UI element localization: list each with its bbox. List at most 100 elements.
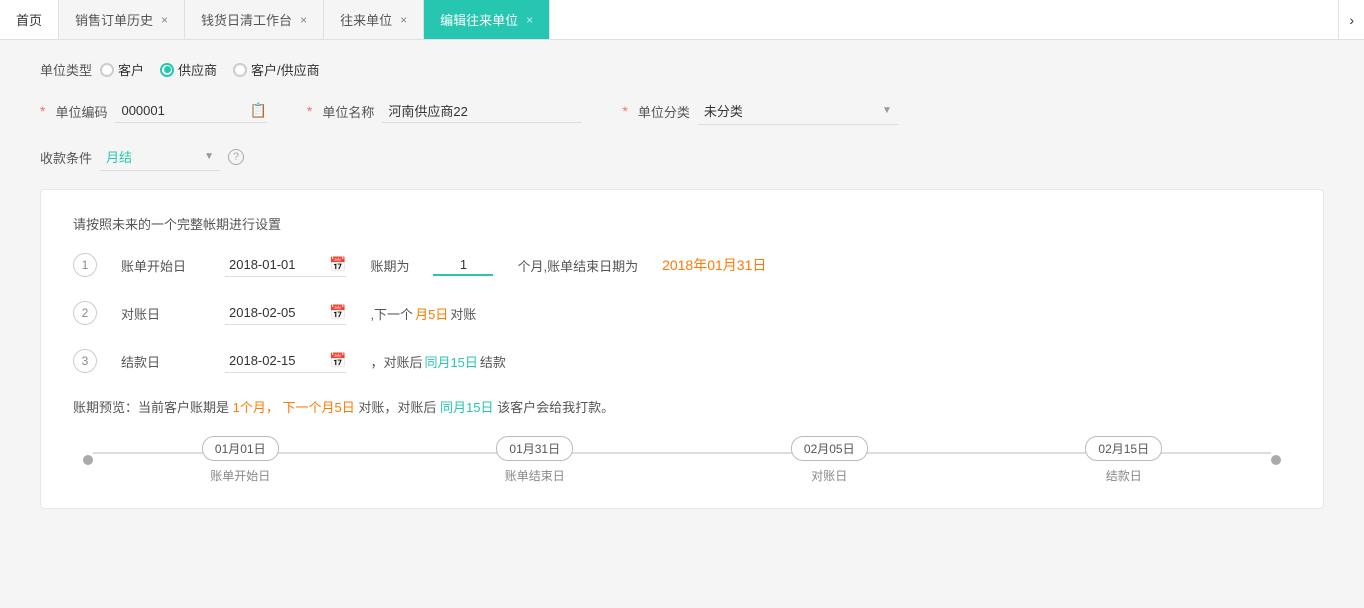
unit-category-dropdown[interactable]: 未分类 ▼ (698, 97, 898, 125)
step-1-calendar-icon[interactable]: 📅 (329, 256, 346, 273)
step-2-date-input[interactable] (225, 301, 325, 324)
unit-code-calendar-icon[interactable]: 📋 (249, 102, 266, 119)
radio-group: 客户 供应商 客户/供应商 (100, 60, 320, 79)
radio-both[interactable]: 客户/供应商 (233, 60, 320, 79)
unit-code-label: 单位编码 (55, 102, 107, 121)
unit-code-star: * (40, 103, 45, 119)
tab-edit-partner[interactable]: 编辑往来单位 × (424, 0, 550, 39)
timeline: 01月01日 账单开始日 01月31日 账单结束日 02月05日 对账日 (73, 436, 1291, 484)
step-2-label: 对账日 (121, 304, 201, 323)
tab-partner-label: 往来单位 (340, 10, 392, 29)
unit-name-field: * 单位名称 (307, 99, 582, 123)
tab-arrow[interactable]: › (1338, 0, 1364, 39)
unit-category-value: 未分类 (704, 101, 876, 120)
timeline-item-4: 02月15日 结款日 (1085, 436, 1162, 484)
payment-terms-label: 收款条件 (40, 148, 92, 167)
step-3-date-input[interactable] (225, 349, 325, 372)
tab-sales-close[interactable]: × (161, 13, 168, 27)
card-title: 请按照未来的一个完整帐期进行设置 (73, 214, 1291, 233)
step-2-highlight: 月5日 (415, 304, 448, 323)
unit-category-chevron: ▼ (882, 105, 892, 116)
tab-partner[interactable]: 往来单位 × (324, 0, 424, 39)
step-3-calendar-icon[interactable]: 📅 (329, 352, 346, 369)
step-3-desc: ，对账后 同月15日 结款 (370, 352, 506, 371)
timeline-date-2: 01月31日 (496, 436, 573, 461)
step-3-row: 3 结款日 📅 ，对账后 同月15日 结款 (73, 349, 1291, 373)
tab-edit-partner-close[interactable]: × (526, 13, 533, 27)
radio-customer-circle (100, 63, 114, 77)
timeline-label-4: 结款日 (1106, 467, 1142, 484)
step-2-date: 📅 (225, 301, 346, 325)
timeline-right-end (1271, 455, 1281, 465)
radio-supplier-circle (160, 63, 174, 77)
timeline-date-1: 01月01日 (202, 436, 279, 461)
timeline-date-3: 02月05日 (791, 436, 868, 461)
radio-customer[interactable]: 客户 (100, 60, 144, 79)
step-2-num: 2 (73, 301, 97, 325)
arrow-icon: › (1349, 12, 1354, 28)
unit-type-field: 单位类型 客户 供应商 客户/供应商 (40, 60, 320, 79)
preview-part1: 1个月， (233, 400, 279, 415)
tab-home[interactable]: 首页 (0, 0, 59, 39)
page-content: 单位类型 客户 供应商 客户/供应商 * 单位编码 (0, 40, 1364, 608)
unit-code-field: * 单位编码 📋 (40, 99, 267, 123)
timeline-item-1: 01月01日 账单开始日 (202, 436, 279, 484)
timeline-label-1: 账单开始日 (210, 467, 270, 484)
preview-label: 账期预览：当前客户账期是 (73, 400, 229, 415)
timeline-item-2: 01月31日 账单结束日 (496, 436, 573, 484)
radio-supplier-label: 供应商 (178, 60, 217, 79)
payment-terms-field: 收款条件 月结 ▼ ? (40, 143, 244, 171)
step-2-row: 2 对账日 📅 ,下一个月5日对账 (73, 301, 1291, 325)
tab-home-label: 首页 (16, 10, 42, 29)
payment-terms-help[interactable]: ? (228, 149, 244, 165)
preview-end: 该客户会给我打款。 (497, 400, 614, 415)
step-2-calendar-icon[interactable]: 📅 (329, 304, 346, 321)
step-2-desc: ,下一个月5日对账 (370, 304, 476, 323)
timeline-label-3: 对账日 (811, 467, 847, 484)
step-1-period-unit: 个月,账单结束日期为 (517, 256, 638, 275)
timeline-left-end (83, 455, 93, 465)
tab-cash-work[interactable]: 钱货日清工作台 × (185, 0, 324, 39)
radio-supplier[interactable]: 供应商 (160, 60, 217, 79)
step-1-date: 📅 (225, 253, 346, 277)
step-3-num: 3 (73, 349, 97, 373)
payment-terms-chevron: ▼ (204, 151, 214, 162)
unit-name-label: 单位名称 (322, 102, 374, 121)
step-3-date: 📅 (225, 349, 346, 373)
step-1-num: 1 (73, 253, 97, 277)
step-1-period-label: 账期为 (370, 256, 409, 275)
timeline-date-4: 02月15日 (1085, 436, 1162, 461)
radio-both-label: 客户/供应商 (251, 60, 320, 79)
code-name-category-row: * 单位编码 📋 * 单位名称 * 单位分类 未分类 ▼ (40, 97, 1324, 125)
tab-sales-label: 销售订单历史 (75, 10, 153, 29)
payment-terms-row: 收款条件 月结 ▼ ? (40, 143, 1324, 171)
tab-partner-close[interactable]: × (400, 13, 407, 27)
preview-mid: 对账，对账后 (358, 400, 436, 415)
tab-edit-partner-label: 编辑往来单位 (440, 10, 518, 29)
unit-category-field: * 单位分类 未分类 ▼ (622, 97, 897, 125)
tab-sales-history[interactable]: 销售订单历史 × (59, 0, 185, 39)
settings-card: 请按照未来的一个完整帐期进行设置 1 账单开始日 📅 账期为 个月,账单结束日期… (40, 189, 1324, 509)
radio-both-circle (233, 63, 247, 77)
tab-cash-close[interactable]: × (300, 13, 307, 27)
preview-part3: 同月15日 (440, 400, 493, 415)
step-1-label: 账单开始日 (121, 256, 201, 275)
unit-category-star: * (622, 103, 627, 119)
unit-category-label: 单位分类 (638, 102, 690, 121)
radio-customer-label: 客户 (118, 60, 144, 79)
timeline-label-2: 账单结束日 (505, 467, 565, 484)
tab-bar: 首页 销售订单历史 × 钱货日清工作台 × 往来单位 × 编辑往来单位 × › (0, 0, 1364, 40)
unit-code-input[interactable] (115, 99, 245, 122)
step-1-row: 1 账单开始日 📅 账期为 个月,账单结束日期为 2018年01月31日 (73, 253, 1291, 277)
payment-terms-select[interactable]: 月结 ▼ (100, 143, 220, 171)
unit-type-label: 单位类型 (40, 60, 92, 79)
step-3-highlight: 同月15日 (424, 352, 477, 371)
step-1-period-input[interactable] (433, 255, 493, 276)
preview-part2: 下一个月5日 (283, 400, 355, 415)
step-3-label: 结款日 (121, 352, 201, 371)
unit-name-input[interactable] (382, 99, 582, 123)
tab-cash-label: 钱货日清工作台 (201, 10, 292, 29)
step-1-date-input[interactable] (225, 253, 325, 276)
timeline-item-3: 02月05日 对账日 (791, 436, 868, 484)
step-1-end-date: 2018年01月31日 (662, 255, 766, 275)
